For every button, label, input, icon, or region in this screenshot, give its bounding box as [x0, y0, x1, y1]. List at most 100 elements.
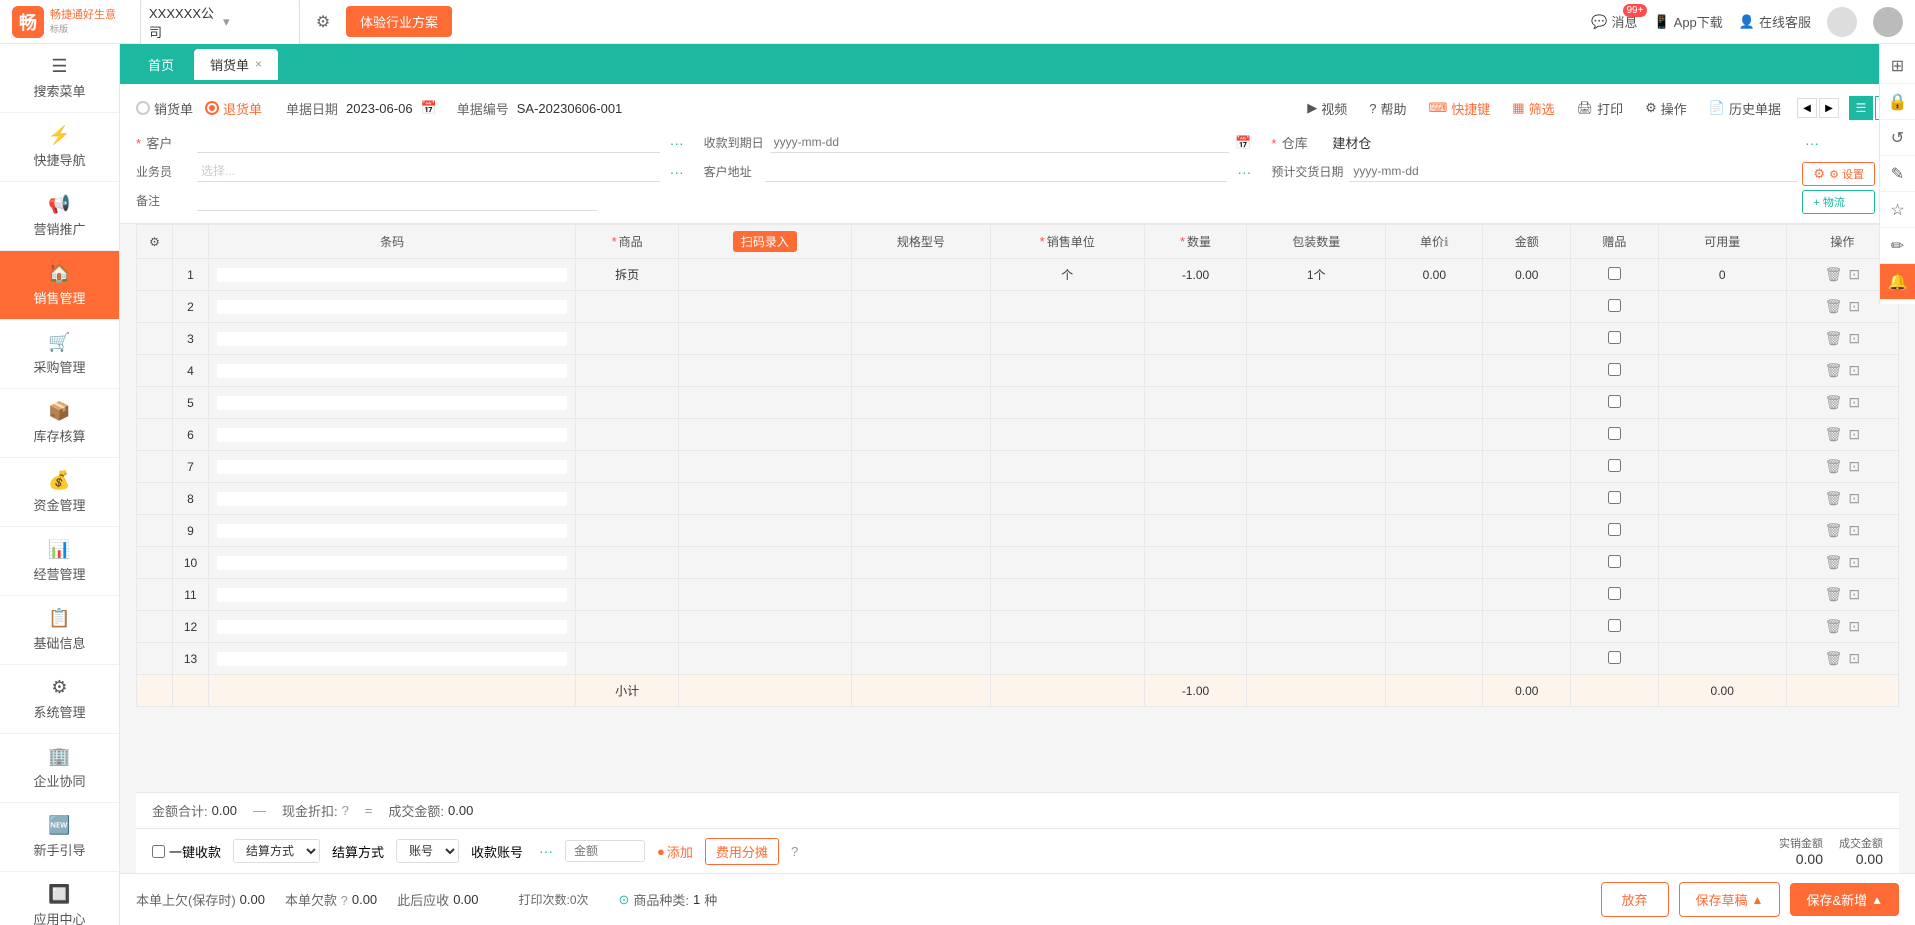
- row-gift-cell[interactable]: [1571, 291, 1659, 323]
- row-barcode-cell[interactable]: [209, 515, 576, 547]
- customer-address-input[interactable]: [765, 161, 1228, 182]
- sidebar-item-sales[interactable]: 🏠 销售管理: [0, 251, 119, 320]
- row-barcode-cell[interactable]: [209, 355, 576, 387]
- tab-home[interactable]: 首页: [132, 49, 190, 80]
- scan-btn[interactable]: 扫码录入: [733, 231, 797, 252]
- notes-input[interactable]: [197, 190, 597, 211]
- settings-gear-button[interactable]: ⚙: [308, 7, 338, 37]
- row-gift-cell[interactable]: [1571, 419, 1659, 451]
- toolbar-video-btn[interactable]: ▶ 视频: [1301, 97, 1353, 120]
- sidebar-item-guide[interactable]: 🆕 新手引导: [0, 803, 119, 872]
- toolbar-print-btn[interactable]: 🖨 打印: [1571, 97, 1630, 120]
- copy-row-icon[interactable]: ⊡: [1848, 266, 1860, 283]
- row-gift-cell[interactable]: [1571, 387, 1659, 419]
- float-grid-icon[interactable]: ⊞: [1880, 48, 1915, 84]
- company-selector[interactable]: XXXXXX公司 ▾: [140, 0, 300, 46]
- radio-sales-order[interactable]: 销货单: [136, 99, 193, 118]
- sidebar-item-marketing[interactable]: 📢 营销推广: [0, 182, 119, 251]
- float-refresh-icon[interactable]: ↺: [1880, 120, 1915, 156]
- delete-row-icon[interactable]: 🗑: [1825, 490, 1843, 507]
- cash-discount-help-icon[interactable]: ?: [342, 803, 349, 818]
- radio-return-order[interactable]: 退货单: [205, 99, 262, 118]
- customer-picker-icon[interactable]: ···: [670, 135, 684, 151]
- payment-account-select[interactable]: 账号: [396, 839, 459, 863]
- expense-help-icon[interactable]: ?: [791, 844, 798, 859]
- delete-row-icon[interactable]: 🗑: [1825, 554, 1843, 571]
- copy-row-icon[interactable]: ⊡: [1848, 554, 1860, 571]
- row-barcode-cell[interactable]: [209, 451, 576, 483]
- toolbar-operation-btn[interactable]: ⚙ 操作: [1639, 97, 1693, 120]
- nav-prev-btn[interactable]: ◀: [1797, 98, 1817, 118]
- message-button[interactable]: 💬 消息 99+: [1591, 12, 1637, 31]
- row-barcode-cell[interactable]: [209, 611, 576, 643]
- delete-row-icon[interactable]: 🗑: [1825, 426, 1843, 443]
- one-click-payment-checkbox[interactable]: 一键收款: [152, 842, 221, 861]
- row-gift-cell[interactable]: [1571, 323, 1659, 355]
- delete-row-icon[interactable]: 🗑: [1825, 522, 1843, 539]
- row-gift-cell[interactable]: [1571, 547, 1659, 579]
- row-gift-cell[interactable]: [1571, 515, 1659, 547]
- user-avatar[interactable]: [1827, 7, 1857, 37]
- online-service-button[interactable]: 👤 在线客服: [1739, 12, 1811, 31]
- discard-button[interactable]: 放弃: [1601, 882, 1669, 917]
- row-gift-cell[interactable]: [1571, 451, 1659, 483]
- list-view-btn[interactable]: ☰: [1849, 96, 1873, 120]
- add-payment-btn[interactable]: ● 添加: [657, 842, 693, 861]
- row-gift-cell[interactable]: [1571, 355, 1659, 387]
- row-gift-cell[interactable]: [1571, 579, 1659, 611]
- copy-row-icon[interactable]: ⊡: [1848, 650, 1860, 667]
- delete-row-icon[interactable]: 🗑: [1825, 298, 1843, 315]
- sidebar-item-purchase[interactable]: 🛒 采购管理: [0, 320, 119, 389]
- total-owe-help-icon[interactable]: ?: [341, 893, 348, 908]
- sidebar-item-apps[interactable]: 🔲 应用中心: [0, 872, 119, 925]
- toolbar-help-btn[interactable]: ? 帮助: [1363, 97, 1412, 120]
- payment-checkbox-input[interactable]: [152, 845, 165, 858]
- sidebar-item-basics[interactable]: 📋 基础信息: [0, 596, 119, 665]
- copy-row-icon[interactable]: ⊡: [1848, 490, 1860, 507]
- row-barcode-cell[interactable]: [209, 547, 576, 579]
- unit-price-info-icon[interactable]: ℹ: [1444, 235, 1449, 249]
- sidebar-item-system[interactable]: ⚙ 系统管理: [0, 665, 119, 734]
- float-orange-icon[interactable]: 🔔: [1880, 264, 1915, 300]
- trial-button[interactable]: 体验行业方案: [346, 6, 452, 37]
- payment-date-input[interactable]: [770, 132, 1229, 153]
- delete-row-icon[interactable]: 🗑: [1825, 362, 1843, 379]
- customer-address-picker-icon[interactable]: ···: [1237, 164, 1251, 180]
- warehouse-picker-icon[interactable]: ···: [1805, 135, 1819, 151]
- float-edit-icon[interactable]: ✎: [1880, 156, 1915, 192]
- row-gift-cell[interactable]: [1571, 259, 1659, 291]
- row-barcode-cell[interactable]: [209, 323, 576, 355]
- salesman-input[interactable]: [197, 161, 660, 182]
- payment-amount-input[interactable]: [565, 840, 645, 862]
- row-barcode-cell[interactable]: [209, 419, 576, 451]
- tab-close-icon[interactable]: ×: [255, 57, 262, 71]
- toolbar-filter-btn[interactable]: ▦ 筛选: [1506, 97, 1560, 120]
- row-barcode-cell[interactable]: [209, 291, 576, 323]
- col-scan[interactable]: 扫码录入: [678, 225, 851, 259]
- copy-row-icon[interactable]: ⊡: [1848, 330, 1860, 347]
- float-star-icon[interactable]: ☆: [1880, 192, 1915, 228]
- row-barcode-cell[interactable]: [209, 579, 576, 611]
- row-barcode-cell[interactable]: [209, 643, 576, 675]
- customer-input[interactable]: [197, 132, 660, 153]
- sidebar-item-enterprise[interactable]: 🏢 企业协同: [0, 734, 119, 803]
- sidebar-item-finance[interactable]: 💰 资金管理: [0, 458, 119, 527]
- copy-row-icon[interactable]: ⊡: [1848, 522, 1860, 539]
- payment-method-select[interactable]: 结算方式: [233, 839, 320, 863]
- toolbar-history-btn[interactable]: 📄 历史单据: [1703, 97, 1787, 120]
- date-calendar-icon[interactable]: 📅: [421, 100, 437, 116]
- copy-row-icon[interactable]: ⊡: [1848, 426, 1860, 443]
- delete-row-icon[interactable]: 🗑: [1825, 394, 1843, 411]
- row-gift-cell[interactable]: [1571, 483, 1659, 515]
- product-type-icon[interactable]: ⊙: [619, 892, 630, 908]
- tab-sales-order[interactable]: 销货单 ×: [194, 49, 278, 80]
- copy-row-icon[interactable]: ⊡: [1848, 618, 1860, 635]
- expense-split-btn[interactable]: 费用分摊: [705, 838, 779, 865]
- salesman-picker-icon[interactable]: ···: [670, 164, 684, 180]
- copy-row-icon[interactable]: ⊡: [1848, 394, 1860, 411]
- toolbar-shortcut-btn[interactable]: ⌨ 快捷键: [1423, 97, 1497, 120]
- sidebar-item-inventory[interactable]: 📦 库存核算: [0, 389, 119, 458]
- table-container[interactable]: ⚙ 条码 *商品 扫码录入 规格型号 *销售单位 *数量 包装数量 单价ℹ 金额…: [136, 224, 1899, 792]
- row-barcode-cell[interactable]: [209, 387, 576, 419]
- sidebar-item-quick-nav[interactable]: ⚡ 快捷导航: [0, 113, 119, 182]
